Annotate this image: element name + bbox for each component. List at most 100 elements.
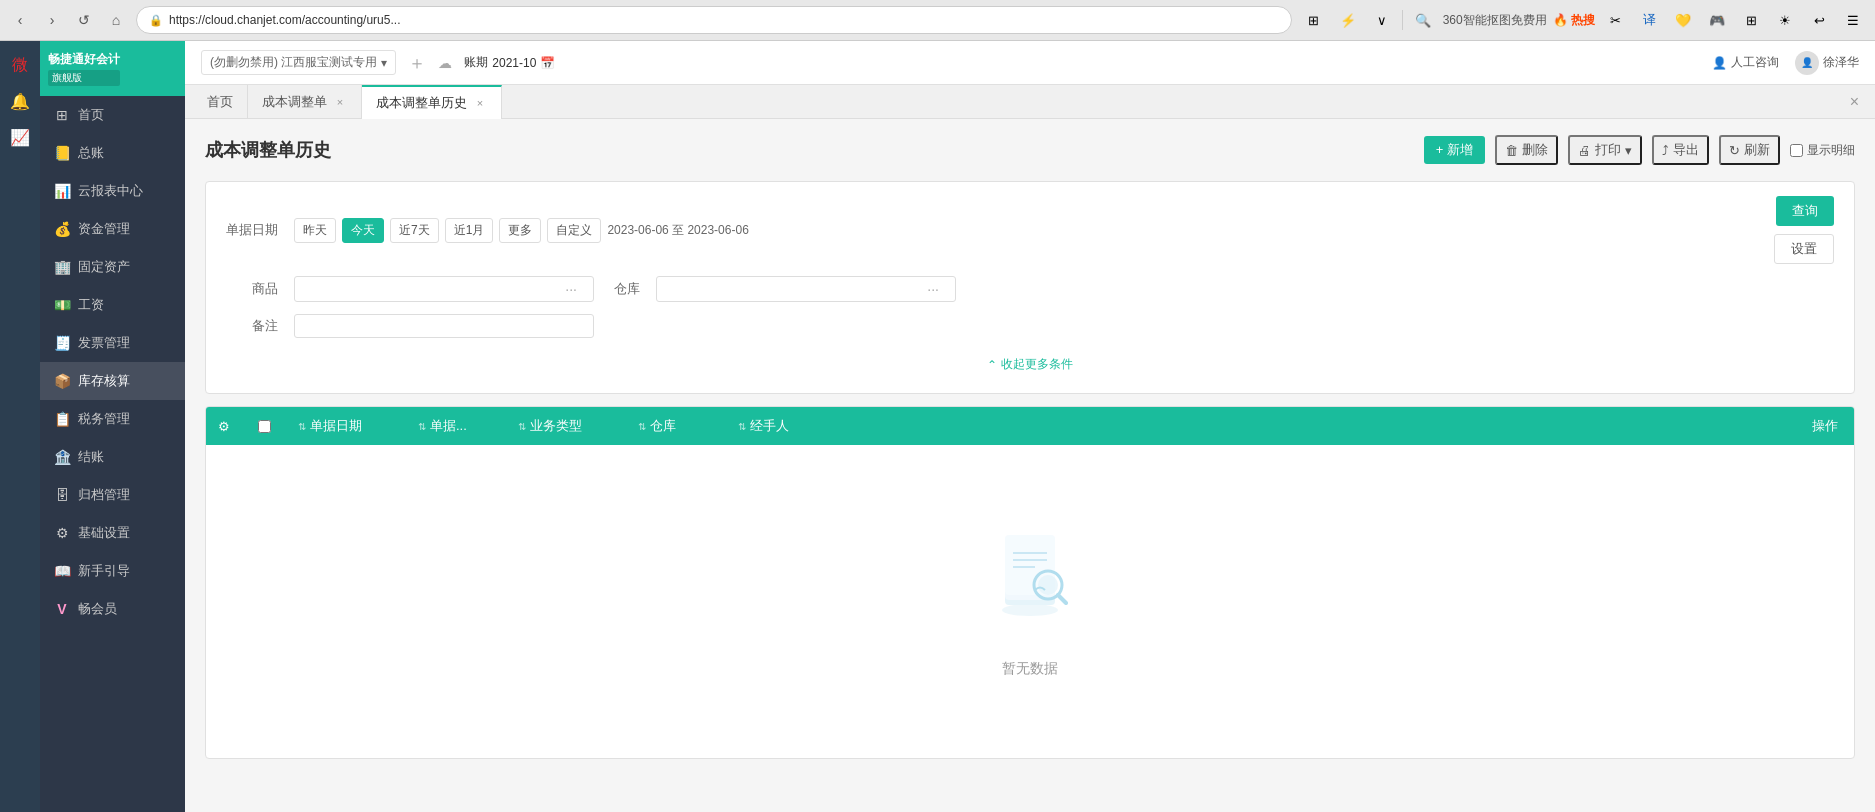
settings-icon[interactable]: ☀ — [1771, 6, 1799, 34]
home-button[interactable]: ⌂ — [104, 8, 128, 32]
sidebar-item-funds[interactable]: 💰 资金管理 — [40, 210, 185, 248]
tab-cost-adjust-history-label: 成本调整单历史 — [376, 94, 467, 112]
dropdown-icon[interactable]: ∨ — [1368, 6, 1396, 34]
query-btn[interactable]: 查询 — [1776, 196, 1834, 226]
refresh-btn[interactable]: ↻ 刷新 — [1719, 135, 1780, 165]
display-cols-input[interactable] — [1790, 144, 1803, 157]
sidebar-item-ledger[interactable]: 📒 总账 — [40, 134, 185, 172]
consultant-btn[interactable]: 👤 人工咨询 — [1712, 54, 1779, 71]
archive-icon: 🗄 — [54, 487, 70, 503]
collapse-btn[interactable]: ⌃ 收起更多条件 — [981, 350, 1079, 379]
th-warehouse-sort-icon: ⇅ — [638, 421, 646, 432]
display-cols-checkbox[interactable]: 显示明细 — [1790, 142, 1855, 159]
print-btn[interactable]: 🖨 打印 ▾ — [1568, 135, 1642, 165]
tab-cost-adjust-close[interactable]: × — [333, 95, 347, 109]
tab-cost-adjust-history-close[interactable]: × — [473, 96, 487, 110]
address-bar[interactable]: 🔒 https://cloud.chanjet.com/accounting/u… — [136, 6, 1292, 34]
tab-home[interactable]: 首页 — [193, 85, 248, 119]
filter-settings-btn[interactable]: 设置 — [1774, 234, 1834, 264]
delete-btn[interactable]: 🗑 删除 — [1495, 135, 1558, 165]
sidebar-item-tax[interactable]: 📋 税务管理 — [40, 400, 185, 438]
close-all-btn[interactable]: × — [1842, 93, 1867, 111]
tab-cost-adjust[interactable]: 成本调整单 × — [248, 85, 362, 119]
date-btn-more[interactable]: 更多 — [499, 218, 541, 243]
th-handler[interactable]: ⇅ 经手人 — [726, 417, 826, 435]
sidebar-item-settlement[interactable]: 🏦 结账 — [40, 438, 185, 476]
table-header: ⚙ ⇅ 单据日期 ⇅ 单据... ⇅ 业务类型 — [206, 407, 1854, 445]
th-warehouse[interactable]: ⇅ 仓库 — [626, 417, 726, 435]
back-button[interactable]: ‹ — [8, 8, 32, 32]
sidebar-item-settings[interactable]: ⚙ 基础设置 — [40, 514, 185, 552]
date-btn-yesterday[interactable]: 昨天 — [294, 218, 336, 243]
sidebar-item-label: 总账 — [78, 144, 104, 162]
th-biz-type[interactable]: ⇅ 业务类型 — [506, 417, 626, 435]
collapse-btn-row: ⌃ 收起更多条件 — [226, 350, 1834, 379]
guide-icon: 📖 — [54, 563, 70, 579]
translate-icon[interactable]: 译 — [1635, 6, 1663, 34]
th-number[interactable]: ⇅ 单据... — [406, 417, 506, 435]
lightning-icon[interactable]: ⚡ — [1334, 6, 1362, 34]
warehouse-ellipsis[interactable]: ··· — [919, 281, 947, 297]
sidebar-item-label: 工资 — [78, 296, 104, 314]
rail-notification-icon[interactable]: 🔔 — [4, 85, 36, 117]
refresh-icon: ↻ — [1729, 143, 1740, 158]
scissors-icon[interactable]: ✂ — [1601, 6, 1629, 34]
sidebar-item-inventory[interactable]: 📦 库存核算 — [40, 362, 185, 400]
sidebar-item-fixed-assets[interactable]: 🏢 固定资产 — [40, 248, 185, 286]
sidebar-item-reports[interactable]: 📊 云报表中心 — [40, 172, 185, 210]
sidebar-item-archive[interactable]: 🗄 归档管理 — [40, 476, 185, 514]
sidebar-item-label: 资金管理 — [78, 220, 130, 238]
empty-state: 暂无数据 — [206, 445, 1854, 758]
th-settings[interactable]: ⚙ — [206, 419, 242, 434]
company-selector[interactable]: (勿删勿禁用) 江西服宝测试专用 ▾ — [201, 50, 396, 75]
calendar-icon[interactable]: 📅 — [540, 56, 555, 70]
sidebar-item-home[interactable]: ⊞ 首页 — [40, 96, 185, 134]
reload-button[interactable]: ↺ — [72, 8, 96, 32]
export-btn[interactable]: ⤴ 导出 — [1652, 135, 1709, 165]
th-checkbox[interactable] — [242, 420, 286, 433]
sidebar-item-invoice[interactable]: 🧾 发票管理 — [40, 324, 185, 362]
select-all-checkbox[interactable] — [258, 420, 271, 433]
sidebar-item-payroll[interactable]: 💵 工资 — [40, 286, 185, 324]
add-company-btn[interactable]: ＋ — [408, 51, 426, 75]
date-btn-today[interactable]: 今天 — [342, 218, 384, 243]
rail-chart-icon[interactable]: 📈 — [4, 121, 36, 153]
warehouse-select[interactable]: ··· — [656, 276, 956, 302]
inventory-icon: 📦 — [54, 373, 70, 389]
hot-search-label: 🔥 热搜 — [1553, 12, 1595, 29]
note-input[interactable] — [294, 314, 594, 338]
sidebar-item-label: 发票管理 — [78, 334, 130, 352]
print-icon: 🖨 — [1578, 143, 1591, 158]
search-icon[interactable]: 🔍 — [1409, 6, 1437, 34]
date-btn-custom[interactable]: 自定义 — [547, 218, 601, 243]
empty-illustration — [980, 525, 1080, 644]
date-btn-1month[interactable]: 近1月 — [445, 218, 494, 243]
sidebar-item-label: 固定资产 — [78, 258, 130, 276]
new-btn[interactable]: + 新增 — [1424, 136, 1485, 164]
sidebar-logo[interactable]: 畅捷通好会计 旗舰版 — [40, 41, 185, 96]
empty-text: 暂无数据 — [1002, 660, 1058, 678]
undo-icon[interactable]: ↩ — [1805, 6, 1833, 34]
goods-select[interactable]: ··· — [294, 276, 594, 302]
grid-icon[interactable]: ⊞ — [1300, 6, 1328, 34]
rail-weibo-icon[interactable]: 微 — [4, 49, 36, 81]
wallet-icon[interactable]: 💛 — [1669, 6, 1697, 34]
warehouse-filter-label: 仓库 — [610, 280, 640, 298]
forward-button[interactable]: › — [40, 8, 64, 32]
menu-icon[interactable]: ☰ — [1839, 6, 1867, 34]
apps-icon[interactable]: ⊞ — [1737, 6, 1765, 34]
sidebar-item-label: 畅会员 — [78, 600, 117, 618]
sidebar-item-guide[interactable]: 📖 新手引导 — [40, 552, 185, 590]
tab-cost-adjust-history[interactable]: 成本调整单历史 × — [362, 85, 502, 119]
page-title: 成本调整单历史 — [205, 138, 331, 162]
date-btn-7days[interactable]: 近7天 — [390, 218, 439, 243]
sidebar-item-membership[interactable]: V 畅会员 — [40, 590, 185, 628]
delete-icon: 🗑 — [1505, 143, 1518, 158]
sidebar-nav: ⊞ 首页 📒 总账 📊 云报表中心 💰 资金管理 🏢 固定资产 💵 工资 — [40, 96, 185, 812]
goods-ellipsis[interactable]: ··· — [557, 281, 585, 297]
browser-toolbar: ‹ › ↺ ⌂ 🔒 https://cloud.chanjet.com/acco… — [0, 0, 1875, 40]
user-btn[interactable]: 👤 徐泽华 — [1795, 51, 1859, 75]
game-icon[interactable]: 🎮 — [1703, 6, 1731, 34]
th-date[interactable]: ⇅ 单据日期 — [286, 417, 406, 435]
page-actions: + 新增 🗑 删除 🖨 打印 ▾ ⤴ 导出 ↻ — [1424, 135, 1855, 165]
